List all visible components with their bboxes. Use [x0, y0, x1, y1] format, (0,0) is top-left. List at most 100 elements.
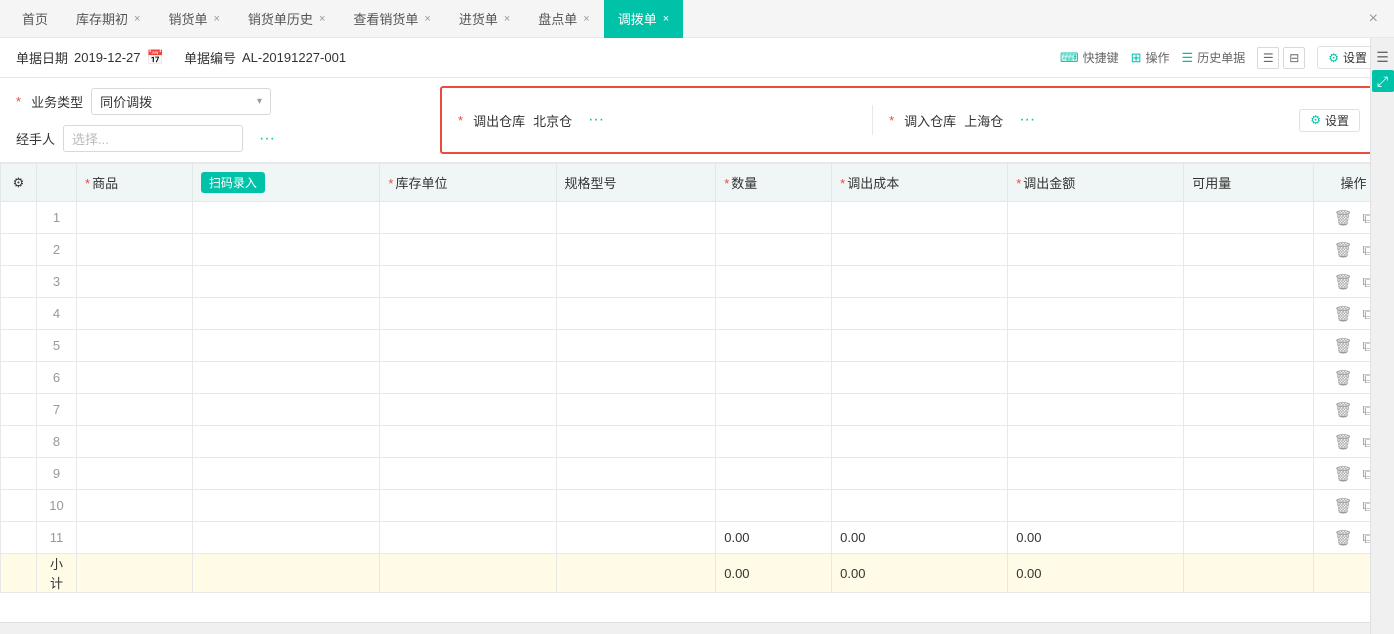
row-unit-cell[interactable]: [380, 202, 556, 234]
row-unit-cell[interactable]: [380, 234, 556, 266]
row-delete-button[interactable]: 🗑: [1331, 274, 1356, 291]
row-spec-cell[interactable]: [556, 490, 716, 522]
tab-inventory-init-close[interactable]: ×: [134, 13, 140, 25]
row-qty-cell[interactable]: [716, 330, 832, 362]
row-spec-cell[interactable]: [556, 298, 716, 330]
warehouse-settings-button[interactable]: ⚙ 设置: [1299, 109, 1360, 132]
person-more-button[interactable]: ···: [251, 130, 283, 148]
row-product-cell[interactable]: [77, 394, 193, 426]
row-delete-button[interactable]: 🗑: [1331, 210, 1356, 227]
row-qty-cell[interactable]: [716, 394, 832, 426]
row-product-cell[interactable]: [77, 298, 193, 330]
row-unit-cell[interactable]: [380, 330, 556, 362]
row-unit-cell[interactable]: [380, 458, 556, 490]
tab-home[interactable]: 首页: [8, 0, 62, 38]
row-qty-cell[interactable]: [716, 202, 832, 234]
layout-grid-button[interactable]: ⊟: [1283, 47, 1305, 69]
row-delete-button[interactable]: 🗑: [1331, 338, 1356, 355]
tab-inventory-check-close[interactable]: ×: [583, 13, 589, 25]
row-product-cell[interactable]: [77, 266, 193, 298]
row-cost-cell[interactable]: [832, 458, 1008, 490]
row-cost-cell[interactable]: [832, 426, 1008, 458]
tab-sales-history-close[interactable]: ×: [319, 13, 325, 25]
row-spec-cell[interactable]: [556, 330, 716, 362]
calendar-icon[interactable]: 📅: [147, 49, 164, 66]
row-delete-button[interactable]: 🗑: [1331, 530, 1356, 547]
row-qty-cell[interactable]: [716, 234, 832, 266]
tab-sales-history[interactable]: 销货单历史 ×: [234, 0, 339, 38]
scan-button[interactable]: 扫码录入: [201, 172, 265, 193]
row-delete-button[interactable]: 🗑: [1331, 434, 1356, 451]
tab-purchase-order-close[interactable]: ×: [504, 13, 510, 25]
row-amount-cell[interactable]: [1008, 362, 1184, 394]
row-spec-cell[interactable]: [556, 202, 716, 234]
row-cost-cell[interactable]: [832, 202, 1008, 234]
close-all-tabs[interactable]: ×: [1361, 6, 1386, 32]
row-unit-cell[interactable]: [380, 490, 556, 522]
tab-view-sales-close[interactable]: ×: [424, 13, 430, 25]
row-delete-button[interactable]: 🗑: [1331, 306, 1356, 323]
layout-list-button[interactable]: ☰: [1257, 47, 1279, 69]
row-cost-cell[interactable]: [832, 394, 1008, 426]
shortcuts-button[interactable]: ⌨ 快捷键: [1060, 49, 1119, 66]
row-delete-button[interactable]: 🗑: [1331, 242, 1356, 259]
row-spec-cell[interactable]: [556, 234, 716, 266]
tab-inventory-check[interactable]: 盘点单 ×: [524, 0, 603, 38]
row-unit-cell[interactable]: [380, 266, 556, 298]
tab-purchase-order[interactable]: 进货单 ×: [445, 0, 524, 38]
business-type-select[interactable]: 同价调拨 ▾: [91, 88, 271, 115]
row-spec-cell[interactable]: [556, 266, 716, 298]
row-amount-cell[interactable]: [1008, 298, 1184, 330]
row-delete-button[interactable]: 🗑: [1331, 466, 1356, 483]
row-cost-cell[interactable]: [832, 234, 1008, 266]
row-unit-cell[interactable]: [380, 426, 556, 458]
tab-transfer-close[interactable]: ×: [663, 13, 669, 25]
ops-button[interactable]: ⊞ 操作: [1131, 49, 1170, 66]
history-button[interactable]: ☰ 历史单据: [1182, 49, 1246, 66]
out-warehouse-more-button[interactable]: ···: [580, 111, 612, 129]
row-amount-cell[interactable]: [1008, 202, 1184, 234]
row-spec-cell[interactable]: [556, 394, 716, 426]
tab-sales-order-close[interactable]: ×: [213, 13, 219, 25]
row-delete-button[interactable]: 🗑: [1331, 498, 1356, 515]
row-spec-cell[interactable]: [556, 362, 716, 394]
row-amount-cell[interactable]: [1008, 234, 1184, 266]
row-qty-cell[interactable]: [716, 426, 832, 458]
row-product-cell[interactable]: [77, 426, 193, 458]
row-cost-cell[interactable]: [832, 362, 1008, 394]
row-unit-cell[interactable]: [380, 394, 556, 426]
row-product-cell[interactable]: [77, 458, 193, 490]
row-cost-cell[interactable]: [832, 266, 1008, 298]
tab-sales-order[interactable]: 销货单 ×: [154, 0, 233, 38]
row-delete-button[interactable]: 🗑: [1331, 402, 1356, 419]
person-select[interactable]: 选择...: [63, 125, 243, 152]
row-delete-button[interactable]: 🗑: [1331, 370, 1356, 387]
row-amount-cell[interactable]: [1008, 394, 1184, 426]
row-product-cell[interactable]: [77, 202, 193, 234]
sidebar-expand-icon[interactable]: ⤢: [1372, 70, 1394, 92]
row-amount-cell[interactable]: [1008, 490, 1184, 522]
row-amount-cell[interactable]: [1008, 458, 1184, 490]
row-qty-cell[interactable]: [716, 298, 832, 330]
row-spec-cell[interactable]: [556, 458, 716, 490]
row-product-cell[interactable]: [77, 234, 193, 266]
row-unit-cell[interactable]: [380, 298, 556, 330]
row-cost-cell[interactable]: [832, 330, 1008, 362]
gear-col-header[interactable]: ⚙: [1, 164, 37, 202]
row-spec-cell[interactable]: [556, 426, 716, 458]
tab-inventory-init[interactable]: 库存期初 ×: [62, 0, 154, 38]
row-amount-cell[interactable]: [1008, 330, 1184, 362]
row-cost-cell[interactable]: [832, 490, 1008, 522]
row-qty-cell[interactable]: [716, 362, 832, 394]
row-amount-cell[interactable]: [1008, 266, 1184, 298]
row-qty-cell[interactable]: [716, 266, 832, 298]
settings-button[interactable]: ⚙ 设置: [1317, 46, 1378, 69]
row-qty-cell[interactable]: [716, 490, 832, 522]
row-product-cell[interactable]: [77, 330, 193, 362]
row-amount-cell[interactable]: [1008, 426, 1184, 458]
row-unit-cell[interactable]: [380, 362, 556, 394]
tab-view-sales[interactable]: 查看销货单 ×: [339, 0, 444, 38]
row-product-cell[interactable]: [77, 362, 193, 394]
row-product-cell[interactable]: [77, 490, 193, 522]
sidebar-list-icon[interactable]: ☰: [1372, 46, 1394, 68]
